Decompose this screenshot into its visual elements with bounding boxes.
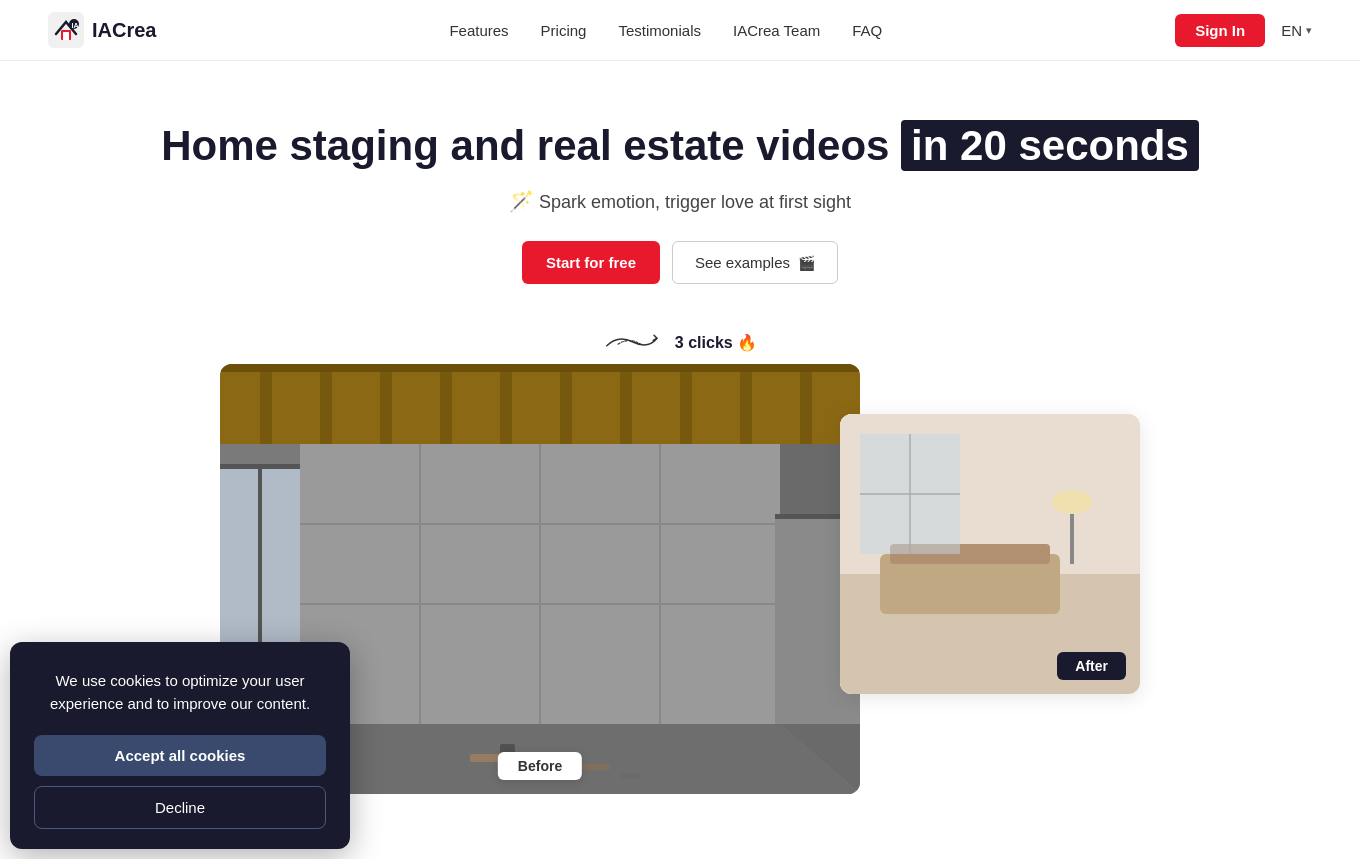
svg-rect-8 (320, 364, 332, 444)
after-panel: After (840, 414, 1140, 694)
hero-title: Home staging and real estate videos in 2… (24, 121, 1336, 171)
decline-cookies-button[interactable]: Decline (34, 786, 326, 829)
hero-title-part1: Home staging and real estate videos (161, 122, 889, 169)
svg-rect-11 (500, 364, 512, 444)
signin-button[interactable]: Sign In (1175, 14, 1265, 47)
see-examples-button[interactable]: See examples 🎬 (672, 241, 838, 284)
nav-faq[interactable]: FAQ (852, 22, 882, 39)
chevron-down-icon: ▾ (1306, 24, 1312, 37)
svg-rect-13 (620, 364, 632, 444)
nav-team[interactable]: IACrea Team (733, 22, 820, 39)
svg-rect-10 (440, 364, 452, 444)
logo-label: IACrea (92, 19, 156, 42)
examples-icon: 🎬 (798, 255, 815, 271)
hero-subtitle-text: Spark emotion, trigger love at first sig… (539, 192, 851, 212)
nav-features[interactable]: Features (449, 22, 508, 39)
before-label: Before (498, 752, 582, 780)
arrow-icon (603, 328, 663, 356)
svg-rect-16 (800, 364, 812, 444)
nav-right: Sign In EN ▾ (1175, 14, 1312, 47)
cookie-message: We use cookies to optimize your user exp… (34, 670, 326, 715)
after-label: After (1057, 652, 1126, 680)
start-for-free-button[interactable]: Start for free (522, 241, 660, 284)
svg-rect-12 (560, 364, 572, 444)
hero-subtitle: 🪄 Spark emotion, trigger love at first s… (24, 189, 1336, 213)
svg-rect-9 (380, 364, 392, 444)
hero-section: Home staging and real estate videos in 2… (0, 61, 1360, 304)
accept-cookies-button[interactable]: Accept all cookies (34, 735, 326, 776)
language-selector[interactable]: EN ▾ (1281, 22, 1312, 39)
svg-rect-15 (740, 364, 752, 444)
hero-title-highlight: in 20 seconds (901, 120, 1199, 171)
logo[interactable]: IA IACrea (48, 12, 156, 48)
svg-text:IA: IA (72, 22, 79, 29)
clicks-area: 3 clicks 🔥 (0, 328, 1360, 356)
svg-rect-6 (220, 364, 860, 372)
nav-testimonials[interactable]: Testimonials (618, 22, 701, 39)
svg-rect-14 (680, 364, 692, 444)
svg-rect-7 (260, 364, 272, 444)
hero-emoji: 🪄 (509, 190, 534, 212)
svg-rect-2 (63, 32, 69, 40)
svg-rect-33 (620, 774, 640, 778)
cookie-banner: We use cookies to optimize your user exp… (10, 642, 350, 834)
nav-links: Features Pricing Testimonials IACrea Tea… (449, 22, 882, 39)
hero-buttons: Start for free See examples 🎬 (24, 241, 1336, 284)
svg-point-41 (1052, 490, 1092, 514)
see-examples-label: See examples (695, 254, 790, 271)
language-label: EN (1281, 22, 1302, 39)
navbar: IA IACrea Features Pricing Testimonials … (0, 0, 1360, 61)
svg-rect-5 (220, 364, 860, 444)
clicks-label: 3 clicks 🔥 (675, 333, 757, 352)
nav-pricing[interactable]: Pricing (541, 22, 587, 39)
